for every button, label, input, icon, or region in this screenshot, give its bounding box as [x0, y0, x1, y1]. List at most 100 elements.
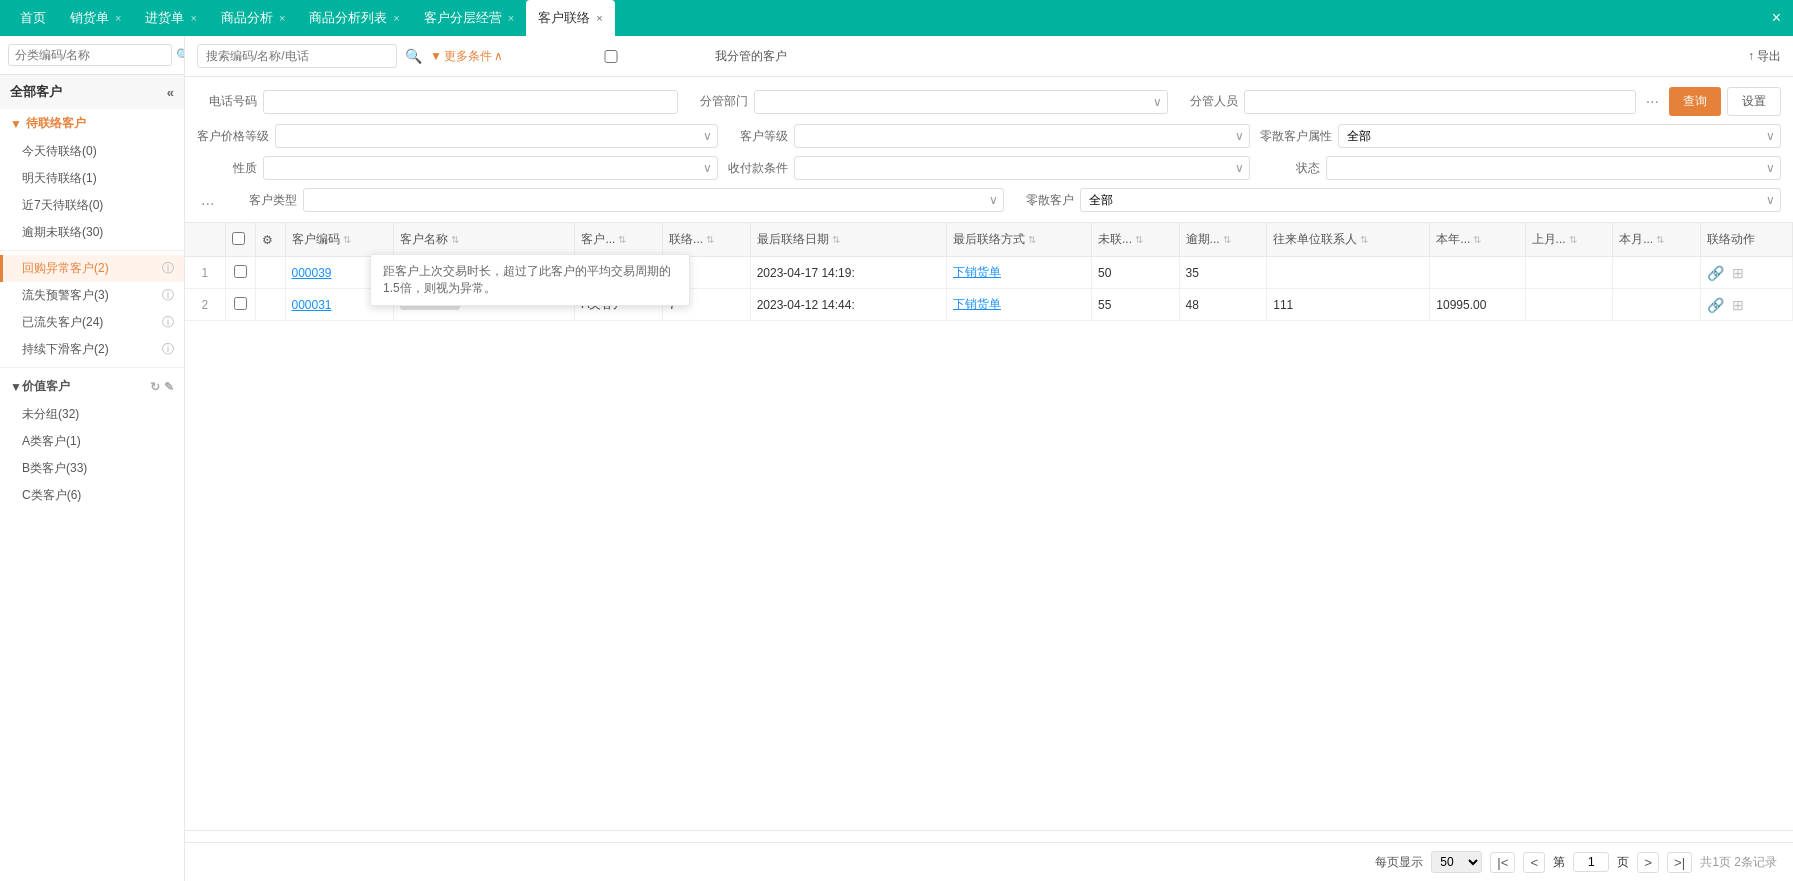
- retail-attr-select[interactable]: 全部: [1338, 124, 1781, 148]
- sidebar-item-churned[interactable]: 已流失客户(24) ⓘ: [0, 309, 184, 336]
- sidebar-item-b-class[interactable]: B类客户(33): [0, 455, 184, 482]
- row4-more-dots[interactable]: ...: [201, 191, 214, 209]
- row-last-contact-method[interactable]: 下销货单: [947, 289, 1092, 321]
- sort-contact-icon[interactable]: ⇅: [706, 234, 714, 245]
- nav-product-analysis-list[interactable]: 商品分析列表 ×: [297, 0, 411, 36]
- nav-sales-order[interactable]: 销货单 ×: [58, 0, 133, 36]
- close-customer-contact-icon[interactable]: ×: [596, 12, 602, 24]
- col-last-contact-date: 最后联络日期 ⇅: [750, 223, 946, 257]
- sidebar-item-today-contact[interactable]: 今天待联络(0): [0, 138, 184, 165]
- row-spacer: [255, 289, 285, 321]
- row-link-icon[interactable]: 🔗: [1707, 265, 1724, 281]
- setting-button[interactable]: 设置: [1727, 87, 1781, 116]
- sidebar-item-repurchase-abnormal[interactable]: 回购异常客户(2) ⓘ: [0, 255, 184, 282]
- row-checkbox[interactable]: [234, 265, 247, 278]
- close-product-analysis-icon[interactable]: ×: [279, 12, 285, 24]
- nav-customer-layer[interactable]: 客户分层经营 ×: [412, 0, 526, 36]
- close-all-tabs-button[interactable]: ×: [1772, 9, 1781, 27]
- sidebar-item-overdue-contact[interactable]: 逾期未联络(30): [0, 219, 184, 246]
- filter-cell-retail-attr: 零散客户属性 全部 ∨: [1260, 124, 1781, 148]
- col-unit-contact: 往来单位联系人 ⇅: [1267, 223, 1430, 257]
- table-settings-icon[interactable]: ⚙: [262, 233, 273, 247]
- gender-select[interactable]: [263, 156, 718, 180]
- row-link-icon[interactable]: 🔗: [1707, 297, 1724, 313]
- customer-grade-select[interactable]: [794, 124, 1249, 148]
- sort-this-month-icon[interactable]: ⇅: [1656, 234, 1664, 245]
- pay-condition-select[interactable]: [794, 156, 1249, 180]
- sort-method-icon[interactable]: ⇅: [1028, 234, 1036, 245]
- sidebar-item-declining[interactable]: 持续下滑客户(2) ⓘ: [0, 336, 184, 363]
- sort-unit-contact-icon[interactable]: ⇅: [1360, 234, 1368, 245]
- col-last-contact-method: 最后联络方式 ⇅: [947, 223, 1092, 257]
- customer-type-select[interactable]: [303, 188, 1004, 212]
- sidebar-search-input[interactable]: [8, 44, 172, 66]
- close-sales-order-icon[interactable]: ×: [115, 12, 121, 24]
- status-select[interactable]: [1326, 156, 1781, 180]
- sort-code-icon[interactable]: ⇅: [343, 234, 351, 245]
- repurchase-tooltip: 距客户上次交易时长，超过了此客户的平均交易周期的1.5倍，则视为异常。: [370, 254, 690, 306]
- sort-overdue-icon[interactable]: ⇅: [1223, 234, 1231, 245]
- sort-type-icon[interactable]: ⇅: [618, 234, 626, 245]
- row-last-contact-method[interactable]: 下销货单: [947, 257, 1092, 289]
- more-conditions-button[interactable]: ▼ 更多条件 ∧: [430, 48, 503, 65]
- nav-customer-contact[interactable]: 客户联络 ×: [526, 0, 614, 36]
- sidebar-item-ungrouped[interactable]: 未分组(32): [0, 401, 184, 428]
- row-checkbox[interactable]: [234, 297, 247, 310]
- row-last-month: [1525, 257, 1613, 289]
- close-customer-layer-icon[interactable]: ×: [508, 12, 514, 24]
- table-area: ⚙ 客户编码 ⇅ 客户名称 ⇅: [185, 223, 1793, 830]
- nav-purchase-order[interactable]: 进货单 ×: [133, 0, 208, 36]
- sidebar-waiting-contact-group[interactable]: ▼ 待联络客户: [0, 109, 184, 138]
- horizontal-scrollbar[interactable]: [185, 830, 1793, 842]
- sidebar-collapse-icon[interactable]: «: [167, 85, 174, 100]
- sidebar-item-a-class[interactable]: A类客户(1): [0, 428, 184, 455]
- row-index: 2: [185, 289, 225, 321]
- col-uncontacted: 未联... ⇅: [1091, 223, 1179, 257]
- sort-date-icon[interactable]: ⇅: [832, 234, 840, 245]
- row-actions: 🔗 ⊞: [1700, 289, 1792, 321]
- export-button[interactable]: ↑ 导出: [1748, 48, 1781, 65]
- dept-select[interactable]: [754, 90, 1169, 114]
- left-sidebar: 🔍 全部客户 « ▼ 待联络客户 今天待联络(0) 明天待联络(1) 近7天待联…: [0, 36, 185, 881]
- retail-customer-select-wrapper: 全部 ∨: [1080, 188, 1781, 212]
- row-grid-icon[interactable]: ⊞: [1732, 265, 1744, 281]
- next-page-button[interactable]: >: [1637, 852, 1659, 873]
- nav-home[interactable]: 首页: [8, 0, 58, 36]
- query-button[interactable]: 查询: [1669, 87, 1721, 116]
- sort-last-month-icon[interactable]: ⇅: [1569, 234, 1577, 245]
- edit-icon[interactable]: ✎: [164, 380, 174, 394]
- my-customer-checkbox[interactable]: [511, 50, 711, 63]
- search-input[interactable]: [197, 44, 397, 68]
- sort-name-icon[interactable]: ⇅: [451, 234, 459, 245]
- first-page-button[interactable]: |<: [1490, 852, 1515, 873]
- sidebar-value-customers-group[interactable]: ▼ 价值客户 ↻ ✎: [0, 372, 184, 401]
- price-grade-select[interactable]: [275, 124, 718, 148]
- search-button[interactable]: 🔍: [405, 48, 422, 64]
- page-number-input[interactable]: [1573, 852, 1609, 872]
- sidebar-item-tomorrow-contact[interactable]: 明天待联络(1): [0, 165, 184, 192]
- sidebar-item-7days-contact[interactable]: 近7天待联络(0): [0, 192, 184, 219]
- customer-type-label: 客户类型: [237, 192, 297, 209]
- sidebar-item-c-class[interactable]: C类客户(6): [0, 482, 184, 509]
- phone-input[interactable]: [263, 90, 678, 114]
- last-page-button[interactable]: >|: [1667, 852, 1692, 873]
- sort-uncontacted-icon[interactable]: ⇅: [1135, 234, 1143, 245]
- close-purchase-order-icon[interactable]: ×: [190, 12, 196, 24]
- info-icon-churned: ⓘ: [162, 314, 174, 331]
- close-product-list-icon[interactable]: ×: [393, 12, 399, 24]
- customer-grade-select-wrapper: ∨: [794, 124, 1249, 148]
- row-grid-icon[interactable]: ⊞: [1732, 297, 1744, 313]
- per-page-select[interactable]: 50 20 100 200: [1431, 851, 1482, 873]
- sort-this-year-icon[interactable]: ⇅: [1473, 234, 1481, 245]
- refresh-icon[interactable]: ↻: [150, 380, 160, 394]
- sidebar-search-icon[interactable]: 🔍: [176, 48, 185, 62]
- prev-page-button[interactable]: <: [1523, 852, 1545, 873]
- nav-product-analysis[interactable]: 商品分析 ×: [209, 0, 297, 36]
- person-label: 分管人员: [1178, 93, 1238, 110]
- retail-customer-select[interactable]: 全部: [1080, 188, 1781, 212]
- person-more-button[interactable]: ···: [1646, 93, 1659, 111]
- my-customer-checkbox-area[interactable]: 我分管的客户: [511, 48, 787, 65]
- sidebar-item-churn-warning[interactable]: 流失预警客户(3) ⓘ: [0, 282, 184, 309]
- select-all-checkbox[interactable]: [232, 232, 245, 245]
- person-input[interactable]: [1244, 90, 1635, 114]
